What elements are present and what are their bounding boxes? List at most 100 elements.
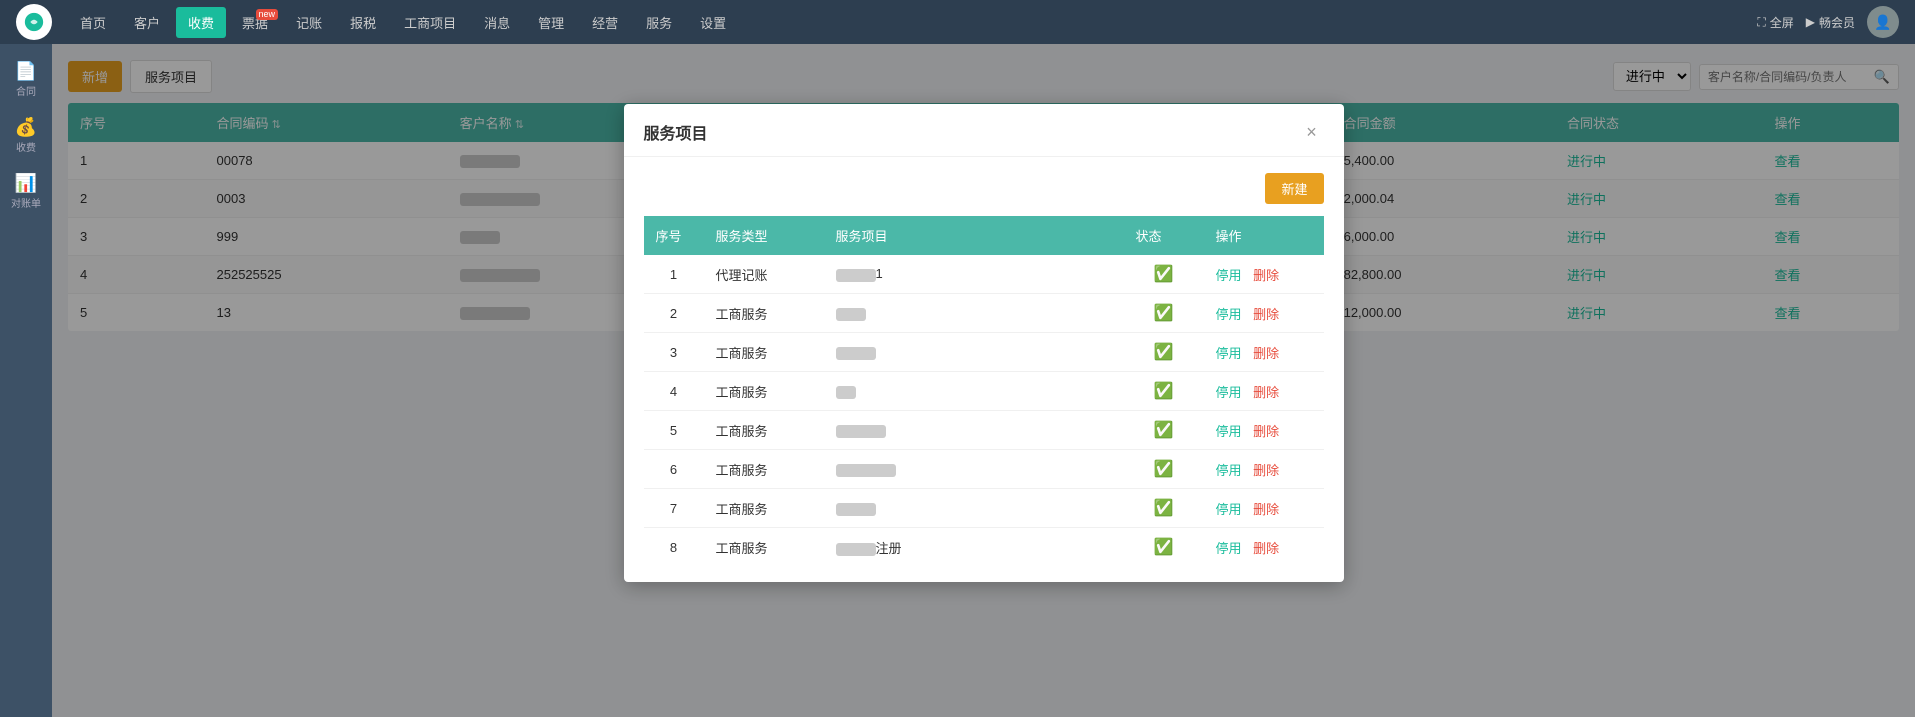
service-items-table: 序号 服务类型 服务项目 状态 操作 1 代理记账 1 ✅ 停用 删除 2 <box>644 216 1324 566</box>
sidebar-item-fee[interactable]: 💰 收费 <box>0 108 52 164</box>
disable-link[interactable]: 停用 <box>1216 307 1242 322</box>
modal-cell-seq: 1 <box>644 255 704 294</box>
modal-cell-seq: 7 <box>644 489 704 528</box>
delete-link[interactable]: 删除 <box>1253 502 1279 517</box>
nav-items: 首页 客户 收费 票据 new 记账 报税 工商项目 消息 管理 经营 服务 设… <box>68 7 1757 38</box>
delete-link[interactable]: 删除 <box>1253 463 1279 478</box>
modal-cell-action: 停用 删除 <box>1204 255 1324 294</box>
disable-link[interactable]: 停用 <box>1216 463 1242 478</box>
modal-table-row: 8 工商服务 注册 ✅ 停用 删除 <box>644 528 1324 567</box>
right-icons: ⛶ 全屏 ▶ 畅会员 👤 <box>1757 6 1899 38</box>
disable-link[interactable]: 停用 <box>1216 541 1242 556</box>
modal-cell-type: 工商服务 <box>704 489 824 528</box>
modal-new-button[interactable]: 新建 <box>1265 173 1323 204</box>
fullscreen-button[interactable]: ⛶ 全屏 <box>1757 14 1793 31</box>
nav-item-commerce[interactable]: 工商项目 <box>392 7 468 38</box>
user-avatar[interactable]: 👤 <box>1867 6 1899 38</box>
nav-item-client[interactable]: 客户 <box>122 7 172 38</box>
sidebar-item-reconciliation[interactable]: 📊 对账单 <box>0 164 52 220</box>
modal-cell-status: ✅ <box>1124 450 1204 489</box>
nav-item-home[interactable]: 首页 <box>68 7 118 38</box>
nav-item-manage[interactable]: 管理 <box>526 7 576 38</box>
modal-table-row: 2 工商服务 ✅ 停用 删除 <box>644 294 1324 333</box>
modal-title: 服务项目 <box>644 120 708 144</box>
modal-cell-action: 停用 删除 <box>1204 333 1324 372</box>
delete-link[interactable]: 删除 <box>1253 424 1279 439</box>
modal-cell-seq: 2 <box>644 294 704 333</box>
modal-col-item: 服务项目 <box>824 216 1124 255</box>
disable-link[interactable]: 停用 <box>1216 268 1242 283</box>
nav-item-message[interactable]: 消息 <box>472 7 522 38</box>
modal-col-type: 服务类型 <box>704 216 824 255</box>
modal-cell-type: 工商服务 <box>704 411 824 450</box>
nav-item-fee[interactable]: 收费 <box>176 7 226 38</box>
modal-cell-action: 停用 删除 <box>1204 294 1324 333</box>
delete-link[interactable]: 删除 <box>1253 541 1279 556</box>
disable-link[interactable]: 停用 <box>1216 346 1242 361</box>
delete-link[interactable]: 删除 <box>1253 385 1279 400</box>
modal-close-button[interactable]: × <box>1300 120 1324 144</box>
modal-cell-status: ✅ <box>1124 333 1204 372</box>
delete-link[interactable]: 删除 <box>1253 346 1279 361</box>
modal-table-row: 1 代理记账 1 ✅ 停用 删除 <box>644 255 1324 294</box>
disable-link[interactable]: 停用 <box>1216 385 1242 400</box>
modal-col-action: 操作 <box>1204 216 1324 255</box>
nav-item-service[interactable]: 服务 <box>634 7 684 38</box>
status-check-icon: ✅ <box>1154 539 1174 556</box>
nav-item-settings[interactable]: 设置 <box>688 7 738 38</box>
modal-table-row: 5 工商服务 ✅ 停用 删除 <box>644 411 1324 450</box>
modal-body: 新建 序号 服务类型 服务项目 状态 操作 1 代理记账 <box>624 157 1344 582</box>
status-check-icon: ✅ <box>1154 500 1174 517</box>
modal-table-wrap[interactable]: 序号 服务类型 服务项目 状态 操作 1 代理记账 1 ✅ 停用 删除 2 <box>644 216 1324 566</box>
modal-cell-status: ✅ <box>1124 255 1204 294</box>
delete-link[interactable]: 删除 <box>1253 268 1279 283</box>
status-check-icon: ✅ <box>1154 383 1174 400</box>
modal-cell-item <box>824 411 1124 450</box>
disable-link[interactable]: 停用 <box>1216 502 1242 517</box>
modal-cell-item <box>824 333 1124 372</box>
nav-item-tax[interactable]: 报税 <box>338 7 388 38</box>
modal-cell-action: 停用 删除 <box>1204 372 1324 411</box>
contract-icon: 📄 <box>15 62 37 80</box>
modal-table-row: 4 工商服务 ✅ 停用 删除 <box>644 372 1324 411</box>
nav-item-invoice[interactable]: 票据 new <box>230 7 280 38</box>
member-button[interactable]: ▶ 畅会员 <box>1806 14 1855 31</box>
video-icon: ▶ <box>1806 15 1815 29</box>
modal-cell-type: 工商服务 <box>704 450 824 489</box>
modal-toolbar: 新建 <box>644 173 1324 204</box>
delete-link[interactable]: 删除 <box>1253 307 1279 322</box>
modal-cell-seq: 4 <box>644 372 704 411</box>
modal-cell-item <box>824 450 1124 489</box>
nav-item-operation[interactable]: 经营 <box>580 7 630 38</box>
modal-col-seq: 序号 <box>644 216 704 255</box>
status-check-icon: ✅ <box>1154 266 1174 283</box>
top-navigation: 首页 客户 收费 票据 new 记账 报税 工商项目 消息 管理 经营 服务 设… <box>0 0 1915 44</box>
modal-table-row: 7 工商服务 ✅ 停用 删除 <box>644 489 1324 528</box>
status-check-icon: ✅ <box>1154 422 1174 439</box>
new-badge: new <box>256 9 279 20</box>
modal-cell-item <box>824 372 1124 411</box>
modal-cell-status: ✅ <box>1124 528 1204 567</box>
modal-cell-status: ✅ <box>1124 489 1204 528</box>
modal-cell-type: 工商服务 <box>704 333 824 372</box>
app-logo[interactable] <box>16 4 52 40</box>
status-check-icon: ✅ <box>1154 344 1174 361</box>
nav-item-bookkeeping[interactable]: 记账 <box>284 7 334 38</box>
sidebar-item-contract[interactable]: 📄 合同 <box>0 52 52 108</box>
fullscreen-icon: ⛶ <box>1757 15 1765 30</box>
modal-cell-seq: 8 <box>644 528 704 567</box>
modal-cell-action: 停用 删除 <box>1204 411 1324 450</box>
modal-cell-status: ✅ <box>1124 372 1204 411</box>
modal-col-status: 状态 <box>1124 216 1204 255</box>
disable-link[interactable]: 停用 <box>1216 424 1242 439</box>
modal-cell-action: 停用 删除 <box>1204 528 1324 567</box>
modal-cell-seq: 6 <box>644 450 704 489</box>
modal-overlay[interactable]: 服务项目 × 新建 序号 服务类型 服务项目 状态 操作 <box>52 44 1915 717</box>
modal-cell-type: 工商服务 <box>704 528 824 567</box>
modal-cell-seq: 5 <box>644 411 704 450</box>
service-modal: 服务项目 × 新建 序号 服务类型 服务项目 状态 操作 <box>624 104 1344 582</box>
modal-cell-item <box>824 489 1124 528</box>
modal-cell-type: 工商服务 <box>704 372 824 411</box>
modal-header: 服务项目 × <box>624 104 1344 157</box>
sidebar: 📄 合同 💰 收费 📊 对账单 <box>0 44 52 717</box>
